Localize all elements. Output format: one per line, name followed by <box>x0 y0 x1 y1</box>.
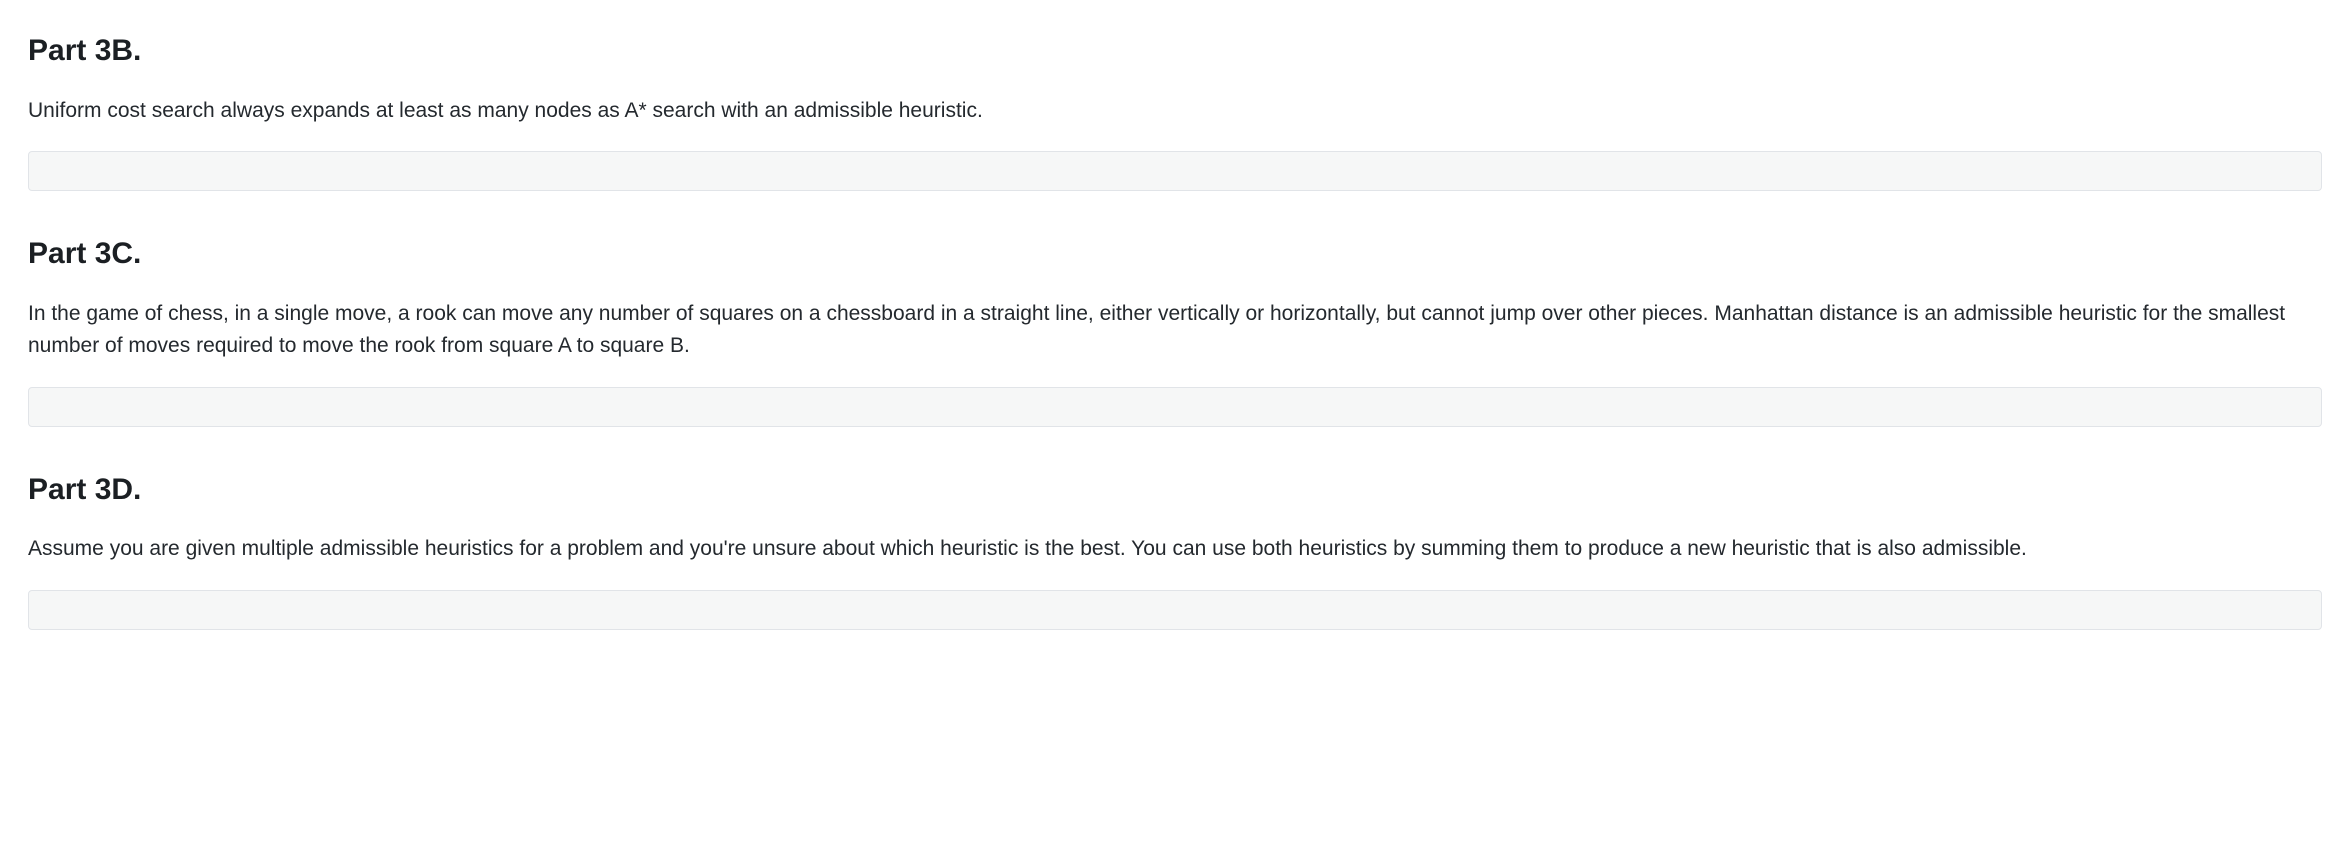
part-3c-body: In the game of chess, in a single move, … <box>28 298 2322 363</box>
part-3b-answer-box[interactable] <box>28 151 2322 191</box>
part-3c-heading: Part 3C. <box>28 231 2322 278</box>
part-3d-heading: Part 3D. <box>28 467 2322 514</box>
part-3b-section: Part 3B. Uniform cost search always expa… <box>28 28 2322 191</box>
part-3b-heading: Part 3B. <box>28 28 2322 75</box>
part-3d-answer-box[interactable] <box>28 590 2322 630</box>
part-3b-body: Uniform cost search always expands at le… <box>28 95 2322 128</box>
part-3c-section: Part 3C. In the game of chess, in a sing… <box>28 231 2322 427</box>
part-3d-section: Part 3D. Assume you are given multiple a… <box>28 467 2322 630</box>
part-3d-body: Assume you are given multiple admissible… <box>28 533 2322 566</box>
part-3c-answer-box[interactable] <box>28 387 2322 427</box>
